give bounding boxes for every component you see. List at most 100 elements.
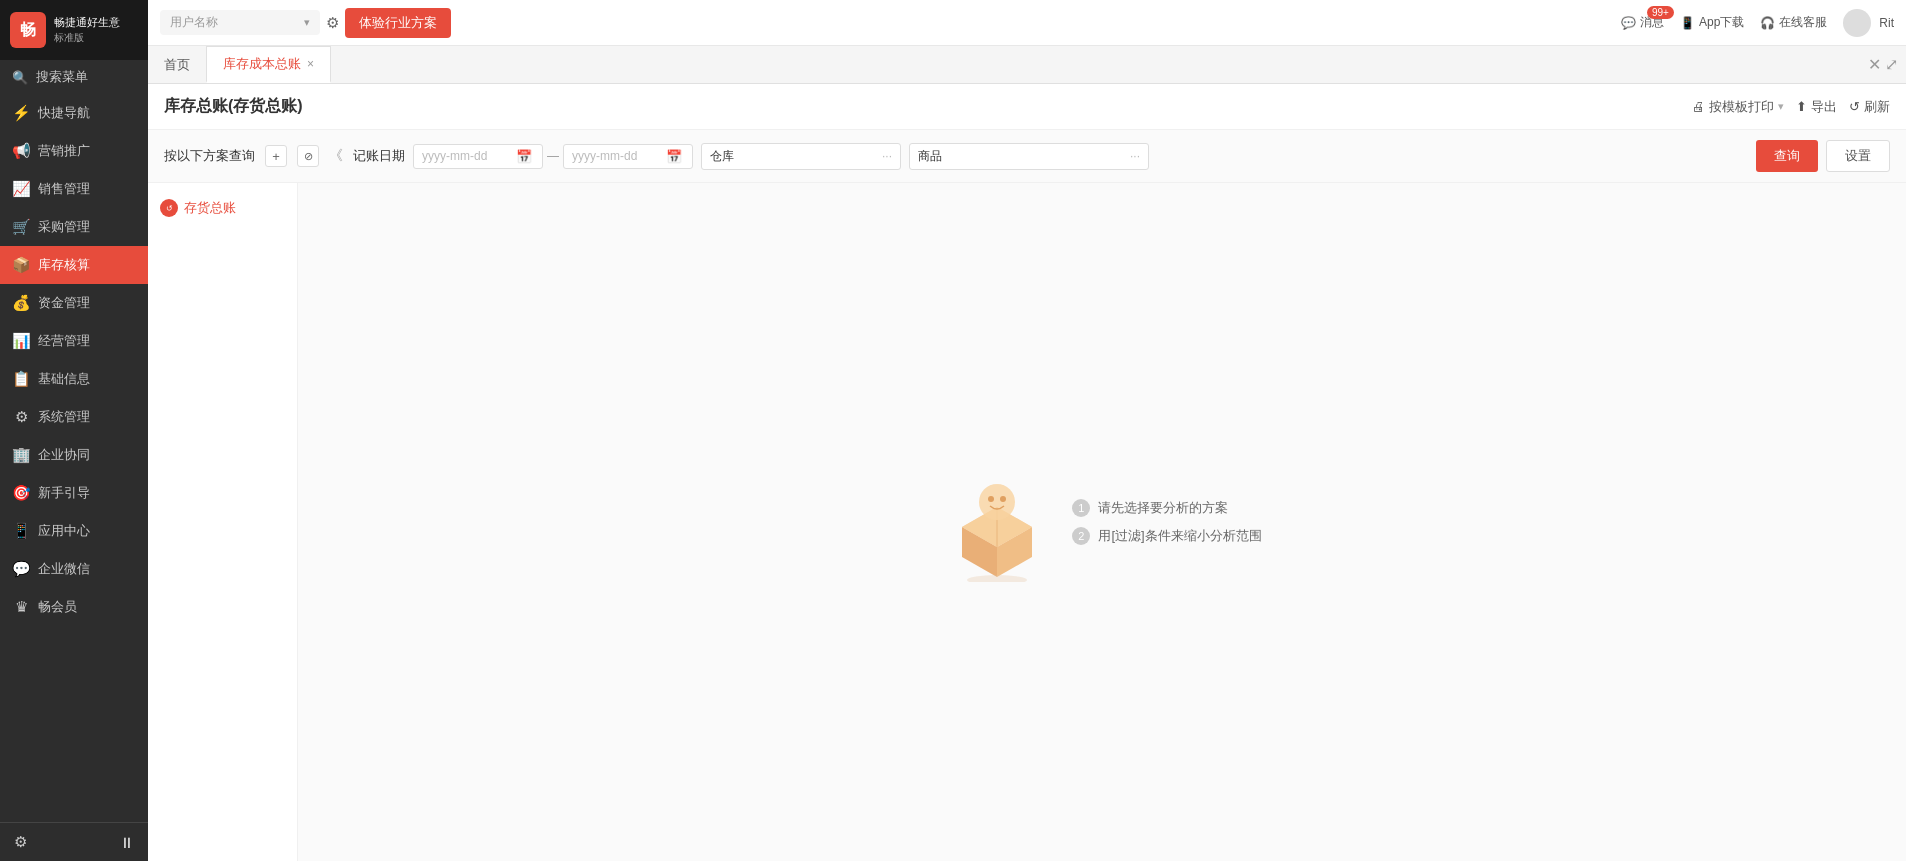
- user-name: Rit: [1879, 16, 1894, 30]
- quick-nav-icon: ⚡: [12, 104, 30, 122]
- sidebar-item-weixin[interactable]: 💬 企业微信: [0, 550, 148, 588]
- warehouse-more-icon[interactable]: ···: [882, 149, 892, 163]
- expand-icon[interactable]: ⤢: [1885, 55, 1898, 74]
- close-panel-icon[interactable]: ✕: [1868, 55, 1881, 74]
- sidebar-item-finance[interactable]: 💰 资金管理: [0, 284, 148, 322]
- sidebar-item-label: 经营管理: [38, 332, 90, 350]
- calendar-from-icon[interactable]: 📅: [516, 149, 532, 164]
- message-button[interactable]: 💬 消息 99+: [1621, 14, 1664, 31]
- empty-box-svg: [942, 472, 1052, 582]
- sidebar-item-purchase[interactable]: 🛒 采购管理: [0, 208, 148, 246]
- sidebar-search[interactable]: 🔍 搜索菜单: [0, 60, 148, 94]
- enterprise-icon: 🏢: [12, 446, 30, 464]
- date-separator: —: [547, 149, 559, 163]
- refresh-button[interactable]: ↺ 刷新: [1849, 98, 1890, 116]
- sidebar-item-basic-info[interactable]: 📋 基础信息: [0, 360, 148, 398]
- search-icon: 🔍: [12, 70, 28, 85]
- date-range: 📅 — 📅: [413, 144, 693, 169]
- user-avatar-area[interactable]: Rit: [1843, 9, 1894, 37]
- filter-clear-button[interactable]: ⊘: [297, 145, 319, 167]
- print-icon: 🖨: [1692, 99, 1705, 114]
- sidebar-item-system[interactable]: ⚙ 系统管理: [0, 398, 148, 436]
- app-download-button[interactable]: 📱 App下载: [1680, 14, 1744, 31]
- sidebar-item-operations[interactable]: 📊 经营管理: [0, 322, 148, 360]
- app-name: 畅捷通好生意: [54, 15, 120, 30]
- calendar-to-icon[interactable]: 📅: [666, 149, 682, 164]
- sidebar-item-label: 快捷导航: [38, 104, 90, 122]
- online-service-button[interactable]: 🎧 在线客服: [1760, 14, 1827, 31]
- sidebar-item-member[interactable]: ♛ 畅会员: [0, 588, 148, 626]
- empty-illustration: [942, 472, 1042, 572]
- svg-text:↺: ↺: [166, 204, 173, 213]
- left-panel: ↺ 存货总账: [148, 183, 298, 861]
- refresh-icon: ↺: [1849, 99, 1860, 114]
- settings-button[interactable]: ⚙: [14, 833, 27, 851]
- date-from-input[interactable]: [422, 149, 512, 163]
- date-to-field[interactable]: 📅: [563, 144, 693, 169]
- export-label: 导出: [1811, 98, 1837, 116]
- tab-inventory-ledger[interactable]: 库存成本总账 ×: [206, 46, 331, 83]
- product-field[interactable]: 商品 ···: [909, 143, 1149, 170]
- hint-item-2: 2 用[过滤]条件来缩小分析范围: [1072, 527, 1261, 545]
- audio-button[interactable]: ⏸: [119, 834, 134, 851]
- sidebar-item-label: 系统管理: [38, 408, 90, 426]
- message-icon: 💬: [1621, 16, 1636, 30]
- hint-item-1: 1 请先选择要分析的方案: [1072, 499, 1261, 517]
- app-center-icon: 📱: [12, 522, 30, 540]
- refresh-label: 刷新: [1864, 98, 1890, 116]
- sidebar-item-label: 营销推广: [38, 142, 90, 160]
- finance-icon: 💰: [12, 294, 30, 312]
- sidebar-footer: ⚙ ⏸: [0, 822, 148, 861]
- sidebar-item-label: 资金管理: [38, 294, 90, 312]
- search-label: 搜索菜单: [36, 68, 88, 86]
- avatar: [1843, 9, 1871, 37]
- sidebar-item-label: 采购管理: [38, 218, 90, 236]
- filter-bar: 按以下方案查询 + ⊘ 《 记账日期 📅 — 📅: [148, 130, 1906, 183]
- date-label: 记账日期: [353, 147, 405, 165]
- page-header-actions: 🖨 按模板打印 ▾ ⬆ 导出 ↺ 刷新: [1692, 98, 1890, 116]
- sidebar-item-sales[interactable]: 📈 销售管理: [0, 170, 148, 208]
- sidebar-item-label: 企业协同: [38, 446, 90, 464]
- setting-button[interactable]: 设置: [1826, 140, 1890, 172]
- filter-collapse-button[interactable]: 《: [329, 147, 343, 165]
- right-panel: 1 请先选择要分析的方案 2 用[过滤]条件来缩小分析范围: [298, 183, 1906, 861]
- trial-button[interactable]: 体验行业方案: [345, 8, 451, 38]
- sidebar-item-inventory[interactable]: 📦 库存核算: [0, 246, 148, 284]
- print-label: 按模板打印: [1709, 98, 1774, 116]
- scheme-label: 存货总账: [184, 199, 236, 217]
- date-from-field[interactable]: 📅: [413, 144, 543, 169]
- operations-icon: 📊: [12, 332, 30, 350]
- gear-icon[interactable]: ⚙: [326, 14, 339, 32]
- query-button[interactable]: 查询: [1756, 140, 1818, 172]
- filter-add-button[interactable]: +: [265, 145, 287, 167]
- empty-hints: 1 请先选择要分析的方案 2 用[过滤]条件来缩小分析范围: [1072, 499, 1261, 545]
- sidebar-item-new-guide[interactable]: 🎯 新手引导: [0, 474, 148, 512]
- main-area: 用户名称 ▾ ⚙ 体验行业方案 💬 消息 99+ 📱 App下载 🎧 在线客服: [148, 0, 1906, 861]
- empty-state: 1 请先选择要分析的方案 2 用[过滤]条件来缩小分析范围: [942, 472, 1261, 572]
- sidebar-item-app-center[interactable]: 📱 应用中心: [0, 512, 148, 550]
- user-selector[interactable]: 用户名称 ▾: [160, 10, 320, 35]
- header-right: 💬 消息 99+ 📱 App下载 🎧 在线客服 Rit: [1621, 9, 1894, 37]
- page-header: 库存总账(存货总账) 🖨 按模板打印 ▾ ⬆ 导出 ↺ 刷新: [148, 84, 1906, 130]
- member-icon: ♛: [12, 598, 30, 616]
- sidebar-item-quick-nav[interactable]: ⚡ 快捷导航: [0, 94, 148, 132]
- sidebar-item-label: 畅会员: [38, 598, 77, 616]
- filter-fields: 记账日期 📅 — 📅 仓库 ···: [353, 140, 1890, 172]
- sidebar-item-marketing[interactable]: 📢 营销推广: [0, 132, 148, 170]
- hint-num-2: 2: [1072, 527, 1090, 545]
- warehouse-field[interactable]: 仓库 ···: [701, 143, 901, 170]
- sidebar-item-enterprise[interactable]: 🏢 企业协同: [0, 436, 148, 474]
- scheme-item-inventory[interactable]: ↺ 存货总账: [148, 191, 297, 225]
- new-guide-icon: 🎯: [12, 484, 30, 502]
- basic-info-icon: 📋: [12, 370, 30, 388]
- page-content: 库存总账(存货总账) 🖨 按模板打印 ▾ ⬆ 导出 ↺ 刷新 按以下方案查询: [148, 84, 1906, 861]
- product-more-icon[interactable]: ···: [1130, 149, 1140, 163]
- sidebar-item-label: 销售管理: [38, 180, 90, 198]
- print-button[interactable]: 🖨 按模板打印 ▾: [1692, 98, 1784, 116]
- tab-close-icon[interactable]: ×: [307, 57, 314, 71]
- date-to-input[interactable]: [572, 149, 662, 163]
- tab-home[interactable]: 首页: [148, 48, 206, 82]
- export-button[interactable]: ⬆ 导出: [1796, 98, 1837, 116]
- print-chevron-icon: ▾: [1778, 100, 1784, 113]
- logo-icon: 畅: [10, 12, 46, 48]
